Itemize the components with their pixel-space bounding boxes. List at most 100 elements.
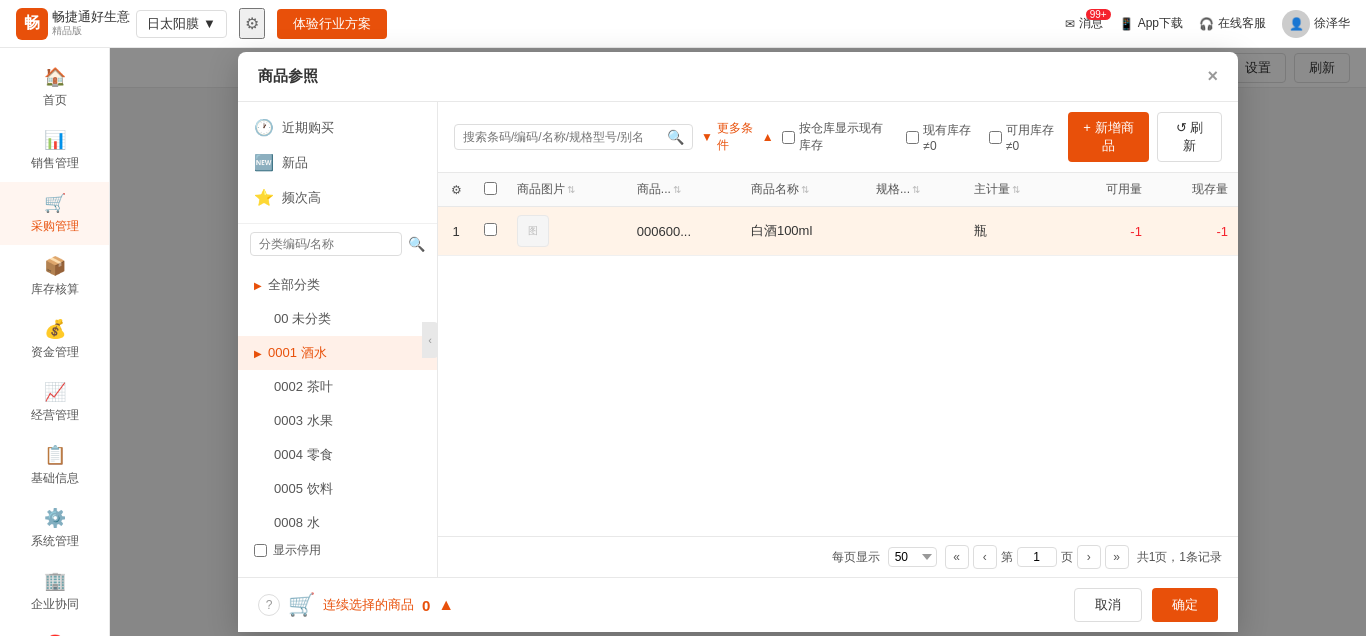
app-download-button[interactable]: 📱 App下载 xyxy=(1119,15,1183,32)
col-name[interactable]: 商品名称⇅ xyxy=(741,173,866,207)
online-service-button[interactable]: 🎧 在线客服 xyxy=(1199,15,1266,32)
show-disabled-checkbox[interactable] xyxy=(254,544,267,557)
category-00[interactable]: 00 未分类 xyxy=(238,302,437,336)
filter-button[interactable]: ▼ 更多条件 ▲ xyxy=(701,120,774,154)
table-row[interactable]: 1 图 000600... 白酒100ml xyxy=(438,207,1238,256)
row-image: 图 xyxy=(507,207,627,256)
sidebar-item-guide[interactable]: 🎯 新手引导 xyxy=(0,623,109,636)
warehouse-stock-check[interactable]: 按仓库显示现有库存 xyxy=(782,120,895,154)
modal-overlay: 商品参照 × 🕐 近期购买 🆕 xyxy=(110,48,1366,636)
help-button[interactable]: ? xyxy=(258,594,280,616)
col-stock[interactable]: 现存量 xyxy=(1152,173,1238,207)
filter-checks: 按仓库显示现有库存 现有库存≠0 可用库存≠0 xyxy=(782,120,1060,154)
category-0001[interactable]: ▶ 0001 酒水 xyxy=(238,336,437,370)
cart-icon[interactable]: 🛒 xyxy=(288,592,315,618)
refresh-product-button[interactable]: ↺ 刷新 xyxy=(1157,112,1222,162)
category-0004[interactable]: 0004 零食 xyxy=(238,438,437,472)
category-0002[interactable]: 0002 茶叶 xyxy=(238,370,437,404)
new-goods-item[interactable]: 🆕 新品 xyxy=(238,145,437,180)
try-industry-button[interactable]: 体验行业方案 xyxy=(277,9,387,39)
navbar-center: 日太阳膜 ▼ ⚙ 体验行业方案 xyxy=(136,8,1065,39)
warehouse-stock-checkbox[interactable] xyxy=(782,131,795,144)
col-available[interactable]: 可用量 xyxy=(1066,173,1152,207)
col-code[interactable]: 商品...⇅ xyxy=(627,173,741,207)
company-selector[interactable]: 日太阳膜 ▼ xyxy=(136,10,227,38)
logo-text: 畅捷通好生意 xyxy=(52,9,130,25)
freq-high-item[interactable]: ⭐ 频次高 xyxy=(238,180,437,215)
sidebar-item-label: 资金管理 xyxy=(31,344,79,361)
footer-collapse-button[interactable]: ▲ xyxy=(438,596,454,614)
available-stock-check[interactable]: 现有库存≠0 xyxy=(906,122,977,153)
logo-icon: 畅 xyxy=(16,8,48,40)
page-size-label: 每页显示 xyxy=(832,549,880,566)
last-page-button[interactable]: » xyxy=(1105,545,1129,569)
col-settings[interactable]: ⚙ xyxy=(438,173,474,207)
row-select-checkbox[interactable] xyxy=(484,223,497,236)
quick-access: 🕐 近期购买 🆕 新品 ⭐ 频次高 xyxy=(238,110,437,224)
sales-icon: 📊 xyxy=(44,129,66,151)
usable-stock-check[interactable]: 可用库存≠0 xyxy=(989,122,1060,153)
page-size-select[interactable]: 50 20 100 200 xyxy=(888,547,937,567)
row-num: 1 xyxy=(438,207,474,256)
col-spec[interactable]: 规格...⇅ xyxy=(866,173,964,207)
collapse-button[interactable]: ‹ xyxy=(422,322,438,358)
avatar: 👤 xyxy=(1282,10,1310,38)
settings-button[interactable]: ⚙ xyxy=(239,8,265,39)
enterprise-icon: 🏢 xyxy=(44,570,66,592)
headset-icon: 🎧 xyxy=(1199,17,1214,31)
select-all-checkbox[interactable] xyxy=(484,182,497,195)
message-icon: ✉ xyxy=(1065,17,1075,31)
add-product-button[interactable]: + 新增商品 xyxy=(1068,112,1150,162)
category-0008[interactable]: 0008 水 xyxy=(238,506,437,532)
message-button[interactable]: ✉ 消息 99+ xyxy=(1065,15,1103,32)
sidebar-item-sales[interactable]: 📊 销售管理 xyxy=(0,119,109,182)
show-disabled-check[interactable]: 显示停用 xyxy=(238,532,437,569)
sidebar-item-home[interactable]: 🏠 首页 xyxy=(0,56,109,119)
page-label: 第 xyxy=(1001,549,1013,566)
sidebar-item-enterprise[interactable]: 🏢 企业协同 xyxy=(0,560,109,623)
available-stock-checkbox[interactable] xyxy=(906,131,919,144)
sidebar-item-system[interactable]: ⚙️ 系统管理 xyxy=(0,497,109,560)
category-0003[interactable]: 0003 水果 xyxy=(238,404,437,438)
arrow-icon: ▶ xyxy=(254,348,262,359)
sidebar: 🏠 首页 📊 销售管理 🛒 采购管理 📦 库存核算 💰 资金管理 📈 经营管理 … xyxy=(0,48,110,636)
sidebar-item-basic[interactable]: 📋 基础信息 xyxy=(0,434,109,497)
table-header-row: ⚙ 商品图片⇅ xyxy=(438,173,1238,207)
sidebar-item-purchase[interactable]: 🛒 采购管理 xyxy=(0,182,109,245)
category-search-input[interactable] xyxy=(250,232,402,256)
col-unit[interactable]: 主计量⇅ xyxy=(964,173,1065,207)
prev-page-button[interactable]: ‹ xyxy=(973,545,997,569)
sidebar-item-inventory[interactable]: 📦 库存核算 xyxy=(0,245,109,308)
cancel-button[interactable]: 取消 xyxy=(1074,588,1142,622)
sidebar-item-label: 销售管理 xyxy=(31,155,79,172)
category-tree: ▶ 全部分类 00 未分类 ▶ 0001 酒水 xyxy=(238,264,437,532)
app-logo: 畅 畅捷通好生意 精品版 xyxy=(16,8,136,40)
category-search-icon[interactable]: 🔍 xyxy=(408,236,425,252)
confirm-button[interactable]: 确定 xyxy=(1152,588,1218,622)
modal-close-button[interactable]: × xyxy=(1207,66,1218,87)
page-number-input[interactable] xyxy=(1017,547,1057,567)
category-all[interactable]: ▶ 全部分类 xyxy=(238,268,437,302)
selected-count: 0 xyxy=(422,597,430,614)
page-buttons: « ‹ 第 页 › » xyxy=(945,545,1129,569)
modal-footer: ? 🛒 连续选择的商品 0 ▲ 取消 确定 xyxy=(238,577,1238,632)
sidebar-item-label: 采购管理 xyxy=(31,218,79,235)
product-search-icon[interactable]: 🔍 xyxy=(667,129,684,145)
row-checkbox[interactable] xyxy=(474,207,507,256)
sidebar-item-finance[interactable]: 💰 资金管理 xyxy=(0,308,109,371)
sidebar-item-label: 首页 xyxy=(43,92,67,109)
user-avatar[interactable]: 👤 徐泽华 xyxy=(1282,10,1350,38)
row-unit: 瓶 xyxy=(964,207,1065,256)
row-code: 000600... xyxy=(627,207,741,256)
product-table-body: 1 图 000600... 白酒100ml xyxy=(438,207,1238,256)
next-page-button[interactable]: › xyxy=(1077,545,1101,569)
first-page-button[interactable]: « xyxy=(945,545,969,569)
recent-buy-item[interactable]: 🕐 近期购买 xyxy=(238,110,437,145)
product-search-input[interactable] xyxy=(463,130,663,144)
usable-stock-checkbox[interactable] xyxy=(989,131,1002,144)
sort-icon: ⇅ xyxy=(801,184,809,195)
category-0005[interactable]: 0005 饮料 xyxy=(238,472,437,506)
product-table: ⚙ 商品图片⇅ xyxy=(438,173,1238,256)
col-checkbox[interactable] xyxy=(474,173,507,207)
sidebar-item-operation[interactable]: 📈 经营管理 xyxy=(0,371,109,434)
